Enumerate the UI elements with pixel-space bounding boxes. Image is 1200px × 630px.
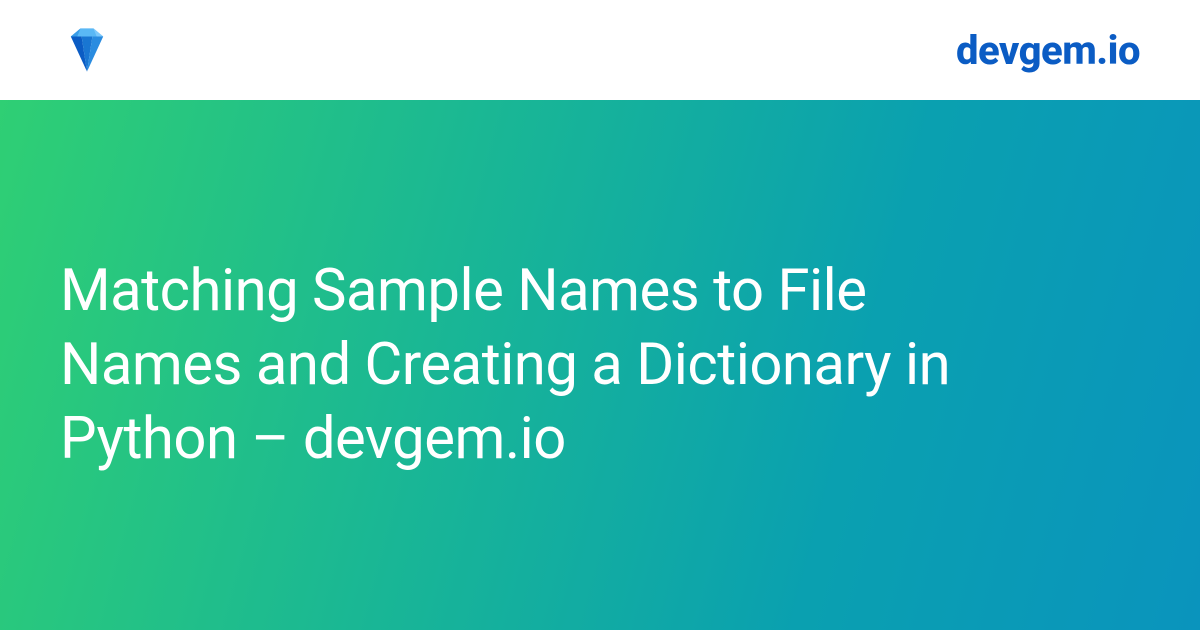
brand-wordmark[interactable]: devgem.io xyxy=(956,27,1140,74)
diamond-icon xyxy=(60,23,114,77)
header-bar: devgem.io xyxy=(0,0,1200,100)
hero-banner: Matching Sample Names to File Names and … xyxy=(0,100,1200,630)
page-title: Matching Sample Names to File Names and … xyxy=(60,254,1040,477)
